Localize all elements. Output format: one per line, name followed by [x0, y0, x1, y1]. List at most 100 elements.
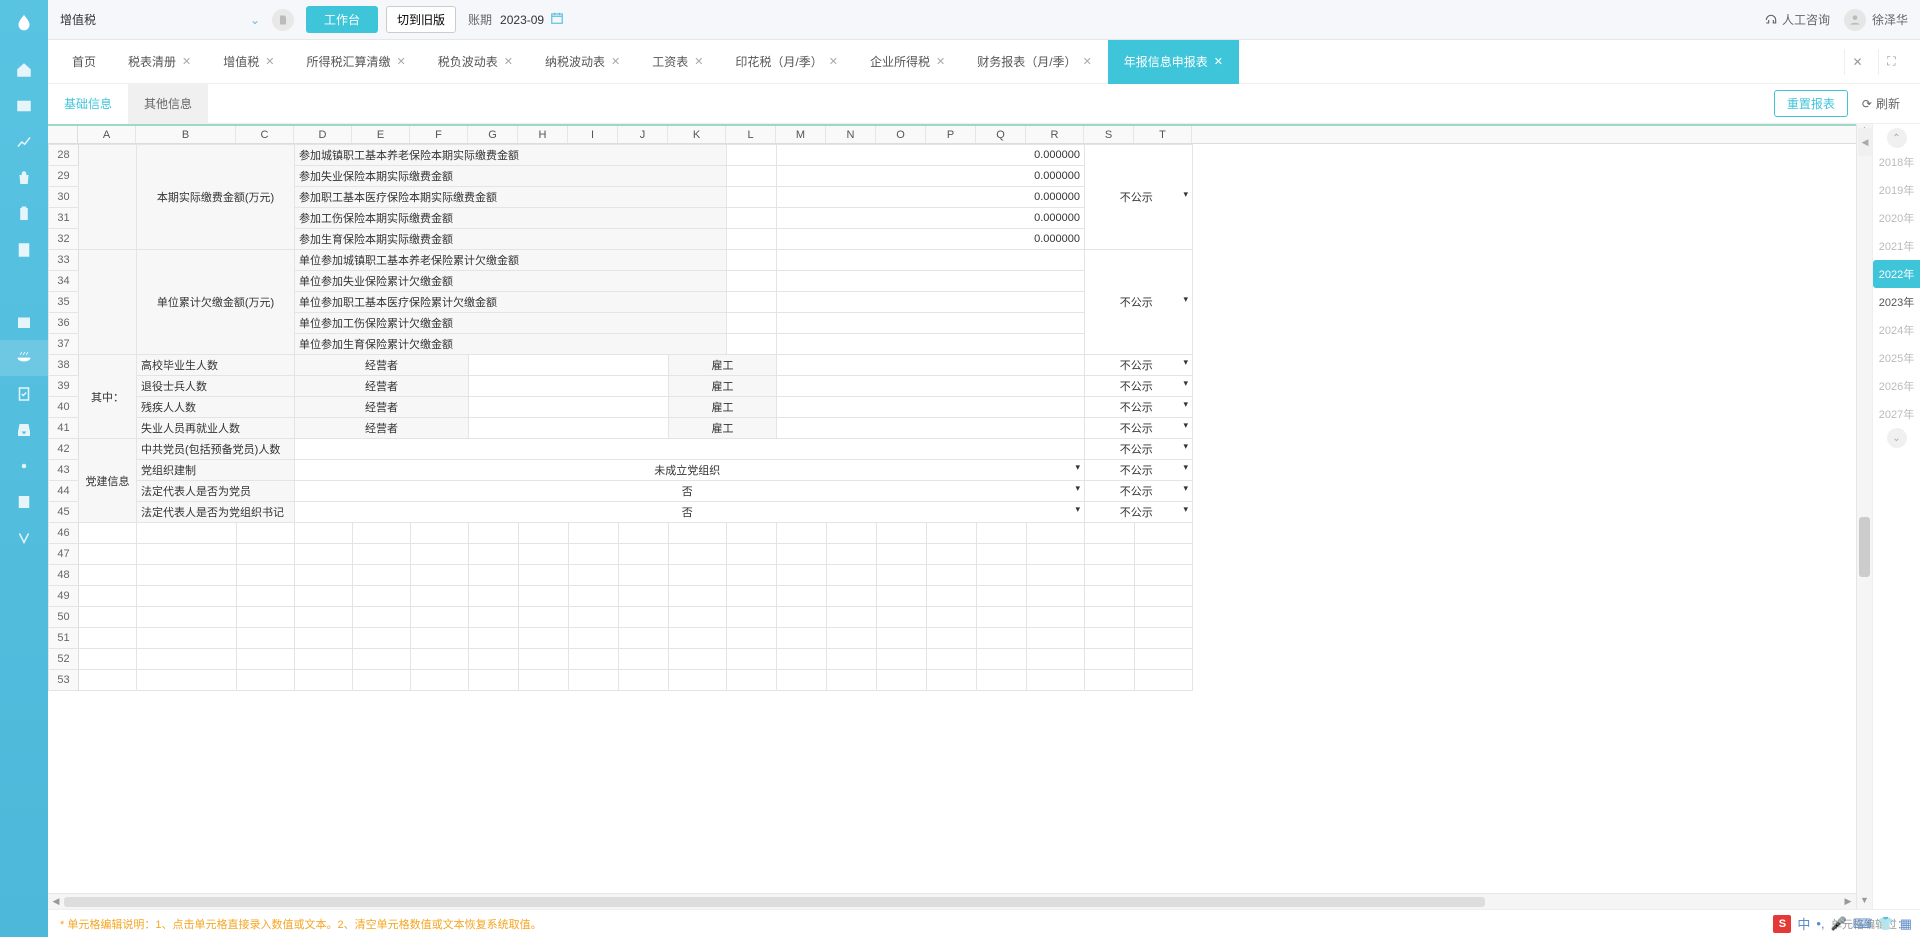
- val-cell[interactable]: [727, 334, 777, 355]
- val-cell[interactable]: [727, 292, 777, 313]
- row-header[interactable]: 50: [49, 607, 79, 628]
- empty-cell[interactable]: [1027, 565, 1085, 586]
- empty-cell[interactable]: [777, 565, 827, 586]
- nav-sync-icon[interactable]: [0, 376, 48, 412]
- public-dropdown[interactable]: 不公示: [1085, 418, 1193, 439]
- row-header[interactable]: 44: [49, 481, 79, 502]
- empty-cell[interactable]: [669, 565, 727, 586]
- empty-cell[interactable]: [1027, 523, 1085, 544]
- row-header[interactable]: 49: [49, 586, 79, 607]
- scroll-left-icon[interactable]: ◀: [48, 896, 64, 907]
- row-header[interactable]: 42: [49, 439, 79, 460]
- empty-cell[interactable]: [827, 670, 877, 691]
- empty-cell[interactable]: [1085, 523, 1135, 544]
- empty-cell[interactable]: [353, 670, 411, 691]
- value-cell[interactable]: [469, 397, 669, 418]
- col-header-M[interactable]: M: [776, 126, 826, 143]
- empty-cell[interactable]: [1135, 649, 1193, 670]
- empty-cell[interactable]: [827, 649, 877, 670]
- empty-cell[interactable]: [519, 670, 569, 691]
- empty-cell[interactable]: [977, 565, 1027, 586]
- public-dropdown[interactable]: 不公示: [1085, 502, 1193, 523]
- empty-cell[interactable]: [469, 586, 519, 607]
- empty-cell[interactable]: [977, 649, 1027, 670]
- user-chip[interactable]: 徐泽华: [1844, 9, 1908, 31]
- empty-cell[interactable]: [669, 670, 727, 691]
- empty-cell[interactable]: [295, 670, 353, 691]
- spreadsheet-grid[interactable]: 28本期实际缴费金额(万元)参加城镇职工基本养老保险本期实际缴费金额0.0000…: [48, 144, 1856, 893]
- empty-cell[interactable]: [1135, 565, 1193, 586]
- col-header-O[interactable]: O: [876, 126, 926, 143]
- tab-10[interactable]: 年报信息申报表✕: [1108, 40, 1239, 84]
- close-icon[interactable]: ✕: [936, 55, 945, 68]
- row-header[interactable]: 31: [49, 208, 79, 229]
- empty-cell[interactable]: [353, 649, 411, 670]
- public-dropdown[interactable]: 不公示: [1085, 439, 1193, 460]
- empty-cell[interactable]: [777, 523, 827, 544]
- empty-cell[interactable]: [519, 586, 569, 607]
- empty-cell[interactable]: [669, 607, 727, 628]
- value-cell[interactable]: [777, 355, 1085, 376]
- empty-cell[interactable]: [137, 628, 237, 649]
- empty-cell[interactable]: [877, 649, 927, 670]
- value-cell[interactable]: [777, 271, 1085, 292]
- close-icon[interactable]: ✕: [1083, 55, 1092, 68]
- val-cell[interactable]: [727, 271, 777, 292]
- value-cell[interactable]: 0.000000: [777, 208, 1085, 229]
- empty-cell[interactable]: [619, 628, 669, 649]
- empty-cell[interactable]: [977, 607, 1027, 628]
- empty-cell[interactable]: [79, 586, 137, 607]
- empty-cell[interactable]: [619, 670, 669, 691]
- row-header[interactable]: 38: [49, 355, 79, 376]
- empty-cell[interactable]: [927, 649, 977, 670]
- close-icon[interactable]: ✕: [611, 55, 620, 68]
- empty-cell[interactable]: [827, 565, 877, 586]
- value-dropdown[interactable]: 否: [295, 481, 1085, 502]
- public-dropdown[interactable]: 不公示: [1085, 250, 1193, 355]
- empty-cell[interactable]: [137, 649, 237, 670]
- empty-cell[interactable]: [469, 565, 519, 586]
- empty-cell[interactable]: [295, 586, 353, 607]
- empty-cell[interactable]: [1027, 607, 1085, 628]
- value-cell[interactable]: 0.000000: [777, 166, 1085, 187]
- tab-3[interactable]: 所得税汇算清缴✕: [290, 40, 421, 84]
- col-header-T[interactable]: T: [1134, 126, 1192, 143]
- col-header-L[interactable]: L: [726, 126, 776, 143]
- year-item-2020年[interactable]: 2020年: [1873, 204, 1920, 232]
- ime-toolbox-icon[interactable]: ▦: [1900, 916, 1912, 932]
- empty-cell[interactable]: [1135, 523, 1193, 544]
- empty-cell[interactable]: [353, 523, 411, 544]
- value-cell[interactable]: [777, 397, 1085, 418]
- empty-cell[interactable]: [1085, 586, 1135, 607]
- public-dropdown[interactable]: 不公示: [1085, 397, 1193, 418]
- empty-cell[interactable]: [877, 607, 927, 628]
- value-cell[interactable]: [777, 418, 1085, 439]
- empty-cell[interactable]: [977, 670, 1027, 691]
- public-dropdown[interactable]: 不公示: [1085, 355, 1193, 376]
- empty-cell[interactable]: [411, 565, 469, 586]
- year-down-button[interactable]: ⌄: [1887, 428, 1907, 448]
- empty-cell[interactable]: [669, 586, 727, 607]
- empty-cell[interactable]: [411, 607, 469, 628]
- val-cell[interactable]: [727, 229, 777, 250]
- vertical-scrollbar[interactable]: ▲ ▼: [1856, 124, 1872, 909]
- empty-cell[interactable]: [237, 649, 295, 670]
- empty-cell[interactable]: [927, 523, 977, 544]
- empty-cell[interactable]: [79, 607, 137, 628]
- close-all-tabs-button[interactable]: ✕: [1844, 49, 1870, 75]
- empty-cell[interactable]: [1027, 670, 1085, 691]
- empty-cell[interactable]: [411, 649, 469, 670]
- close-icon[interactable]: ✕: [829, 55, 838, 68]
- close-icon[interactable]: ✕: [1214, 55, 1223, 68]
- row-header[interactable]: 46: [49, 523, 79, 544]
- tab-1[interactable]: 税表清册✕: [112, 40, 207, 84]
- empty-cell[interactable]: [237, 544, 295, 565]
- document-icon[interactable]: [272, 9, 294, 31]
- empty-cell[interactable]: [519, 565, 569, 586]
- empty-cell[interactable]: [1085, 649, 1135, 670]
- empty-cell[interactable]: [519, 607, 569, 628]
- empty-cell[interactable]: [569, 544, 619, 565]
- close-icon[interactable]: ✕: [694, 55, 703, 68]
- empty-cell[interactable]: [977, 523, 1027, 544]
- empty-cell[interactable]: [619, 523, 669, 544]
